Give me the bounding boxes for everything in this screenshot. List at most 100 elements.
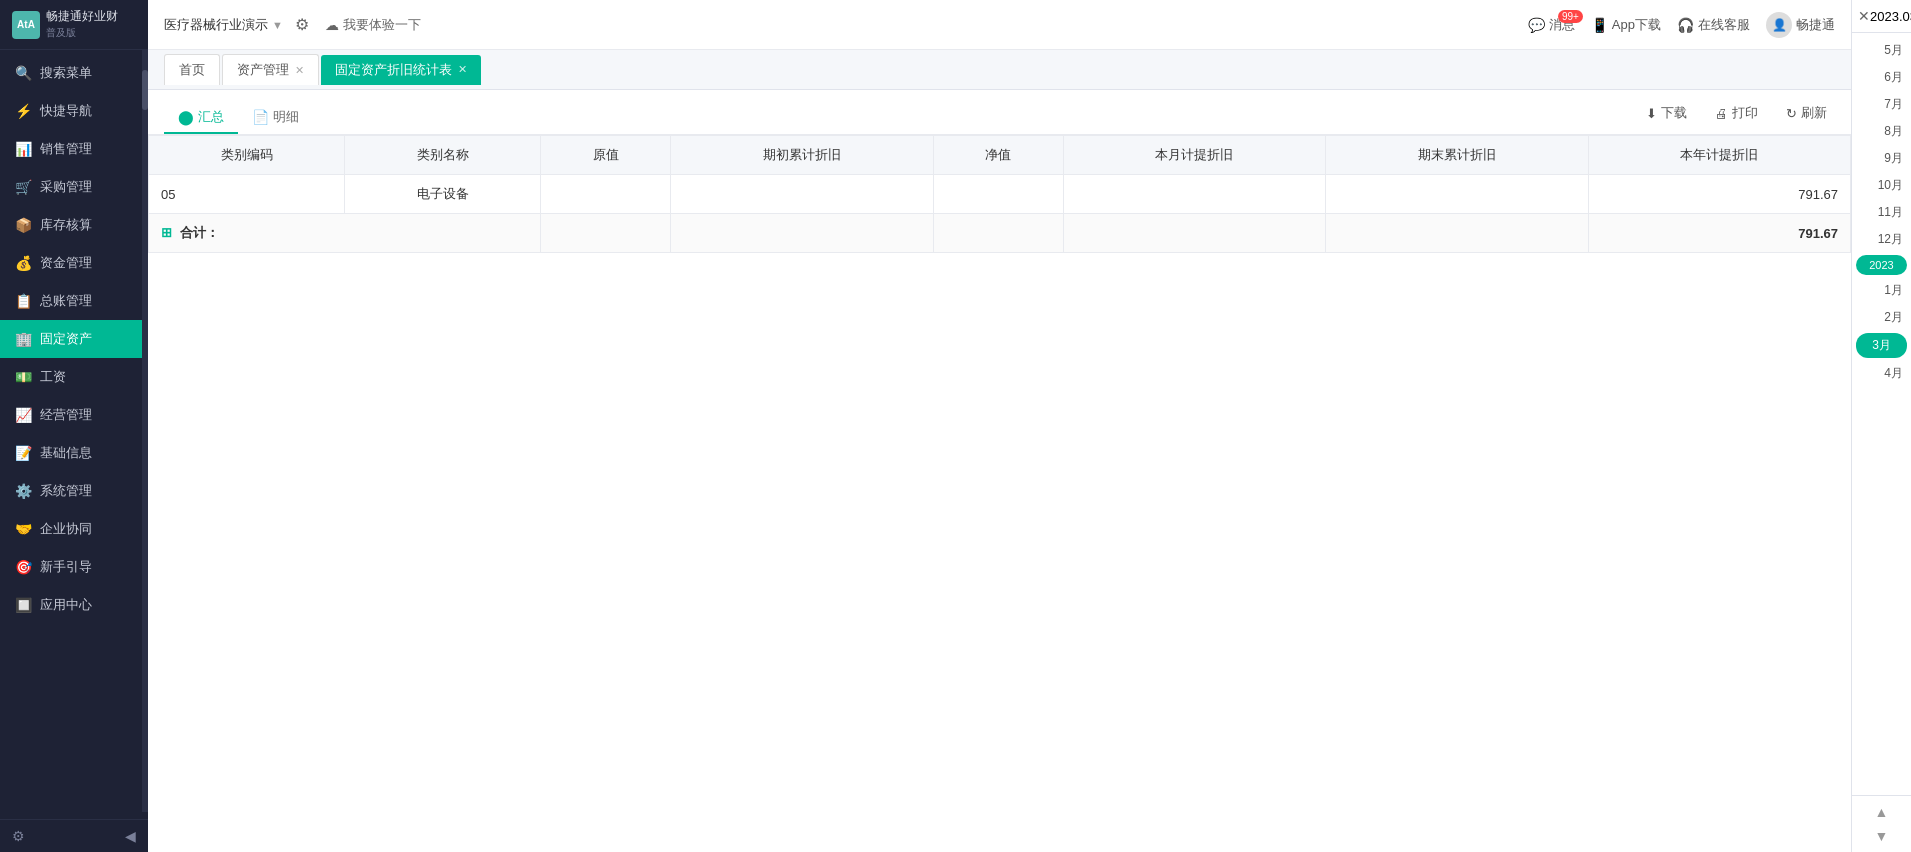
month-10[interactable]: 10月 bbox=[1852, 172, 1911, 199]
refresh-label: 刷新 bbox=[1801, 104, 1827, 122]
cell-monthly-dep bbox=[1063, 175, 1325, 214]
year-marker-2023[interactable]: 2023 bbox=[1856, 255, 1907, 275]
month-9[interactable]: 9月 bbox=[1852, 145, 1911, 172]
refresh-button[interactable]: ↻ 刷新 bbox=[1778, 100, 1835, 126]
total-label: ⊞ 合计： bbox=[149, 214, 541, 253]
tab-home[interactable]: 首页 bbox=[164, 54, 220, 85]
month-12[interactable]: 12月 bbox=[1852, 226, 1911, 253]
online-service-action[interactable]: 🎧 在线客服 bbox=[1677, 16, 1750, 34]
sidebar-item-fixed-assets[interactable]: 🏢 固定资产 bbox=[0, 320, 148, 358]
month-6[interactable]: 6月 bbox=[1852, 64, 1911, 91]
nav-icon-operations: 📈 bbox=[14, 406, 32, 424]
sidebar-item-inventory[interactable]: 📦 库存核算 bbox=[0, 206, 148, 244]
page-content: ⬤ 汇总 📄 明细 ⬇ 下载 🖨 打印 ↻ bbox=[148, 90, 1851, 852]
sidebar-item-sales[interactable]: 📊 销售管理 bbox=[0, 130, 148, 168]
sidebar-item-basic-info[interactable]: 📝 基础信息 bbox=[0, 434, 148, 472]
sidebar-item-ledger[interactable]: 📋 总账管理 bbox=[0, 282, 148, 320]
refresh-icon: ↻ bbox=[1786, 106, 1797, 121]
date-panel: ✕ 2023.03 ⤢ 5月 6月 7月 8月 9月 10月 11月 12月 2… bbox=[1851, 0, 1911, 852]
date-panel-title: 2023.03 bbox=[1870, 9, 1911, 24]
subtab-detail[interactable]: 📄 明细 bbox=[238, 102, 313, 134]
subtab-detail-label: 明细 bbox=[273, 108, 299, 126]
month-8[interactable]: 8月 bbox=[1852, 118, 1911, 145]
date-nav-up[interactable]: ▲ bbox=[1871, 800, 1893, 824]
nav-icon-basic-info: 📝 bbox=[14, 444, 32, 462]
sidebar-item-enterprise[interactable]: 🤝 企业协同 bbox=[0, 510, 148, 548]
nav-label-guide: 新手引导 bbox=[40, 558, 92, 576]
tab-depreciation-close[interactable]: ✕ bbox=[458, 63, 467, 76]
nav-label-operations: 经营管理 bbox=[40, 406, 92, 424]
online-service-label: 在线客服 bbox=[1698, 16, 1750, 34]
nav-label-payroll: 工资 bbox=[40, 368, 66, 386]
collapse-icon[interactable]: ◀ bbox=[125, 828, 136, 844]
sidebar-item-system[interactable]: ⚙️ 系统管理 bbox=[0, 472, 148, 510]
nav-icon-payroll: 💵 bbox=[14, 368, 32, 386]
tabbar: 首页 资产管理 ✕ 固定资产折旧统计表 ✕ bbox=[148, 50, 1851, 90]
topbar-settings-icon[interactable]: ⚙ bbox=[295, 15, 309, 34]
sidebar-item-search[interactable]: 🔍 搜索菜单 bbox=[0, 54, 148, 92]
date-panel-close[interactable]: ✕ bbox=[1858, 8, 1870, 24]
month-3-selected[interactable]: 3月 bbox=[1856, 333, 1907, 358]
nav-label-system: 系统管理 bbox=[40, 482, 92, 500]
tab-asset-mgmt[interactable]: 资产管理 ✕ bbox=[222, 54, 319, 85]
sidebar-item-quick-nav[interactable]: ⚡ 快捷导航 bbox=[0, 92, 148, 130]
download-button[interactable]: ⬇ 下载 bbox=[1638, 100, 1695, 126]
settings-icon[interactable]: ⚙ bbox=[12, 828, 25, 844]
total-period-dep bbox=[1326, 214, 1588, 253]
date-panel-header: ✕ 2023.03 ⤢ bbox=[1852, 0, 1911, 33]
nav-label-fixed-assets: 固定资产 bbox=[40, 330, 92, 348]
download-label: 下载 bbox=[1661, 104, 1687, 122]
topbar-right: 💬 消息 99+ 📱 App下载 🎧 在线客服 👤 畅捷通 bbox=[1528, 12, 1835, 38]
nav-icon-ledger: 📋 bbox=[14, 292, 32, 310]
sidebar-nav: 🔍 搜索菜单 ⚡ 快捷导航 📊 销售管理 🛒 采购管理 📦 库存核算 💰 资金管… bbox=[0, 50, 148, 819]
sidebar-item-funds[interactable]: 💰 资金管理 bbox=[0, 244, 148, 282]
sidebar-bottom: ⚙ ◀ bbox=[0, 819, 148, 852]
tab-asset-mgmt-label: 资产管理 bbox=[237, 61, 289, 79]
cell-name: 电子设备 bbox=[345, 175, 541, 214]
table-row: 05 电子设备 791.67 bbox=[149, 175, 1851, 214]
app-download-action[interactable]: 📱 App下载 bbox=[1591, 16, 1661, 34]
sidebar-item-purchase[interactable]: 🛒 采购管理 bbox=[0, 168, 148, 206]
logo-icon: AtA bbox=[12, 11, 40, 39]
date-nav-down[interactable]: ▼ bbox=[1871, 824, 1893, 848]
print-label: 打印 bbox=[1732, 104, 1758, 122]
print-button[interactable]: 🖨 打印 bbox=[1707, 100, 1766, 126]
experience-button[interactable]: ☁ 我要体验一下 bbox=[325, 16, 421, 34]
app-version: 普及版 bbox=[46, 26, 118, 40]
month-1[interactable]: 1月 bbox=[1852, 277, 1911, 304]
cell-code: 05 bbox=[149, 175, 345, 214]
message-action[interactable]: 💬 消息 99+ bbox=[1528, 16, 1575, 34]
sub-tabs-left: ⬤ 汇总 📄 明细 bbox=[164, 102, 313, 133]
month-11[interactable]: 11月 bbox=[1852, 199, 1911, 226]
nav-icon-apps: 🔲 bbox=[14, 596, 32, 614]
col-period-dep: 期末累计折旧 bbox=[1326, 136, 1588, 175]
month-7[interactable]: 7月 bbox=[1852, 91, 1911, 118]
summary-icon: ⬤ bbox=[178, 109, 194, 125]
month-5[interactable]: 5月 bbox=[1852, 37, 1911, 64]
cell-initial-dep bbox=[671, 175, 933, 214]
cell-net bbox=[933, 175, 1063, 214]
message-badge: 99+ bbox=[1558, 10, 1583, 23]
cloud-icon: ☁ bbox=[325, 17, 339, 33]
app-download-label: App下载 bbox=[1612, 16, 1661, 34]
table-header-row: 类别编码 类别名称 原值 期初累计折旧 净值 本月计提折旧 期末累计折旧 本年计… bbox=[149, 136, 1851, 175]
month-2[interactable]: 2月 bbox=[1852, 304, 1911, 331]
total-initial-dep bbox=[671, 214, 933, 253]
sidebar-item-guide[interactable]: 🎯 新手引导 bbox=[0, 548, 148, 586]
user-section[interactable]: 👤 畅捷通 bbox=[1766, 12, 1835, 38]
main-content: 医疗器械行业演示 ▼ ⚙ ☁ 我要体验一下 💬 消息 99+ 📱 App下载 🎧… bbox=[148, 0, 1851, 852]
sidebar-item-apps[interactable]: 🔲 应用中心 bbox=[0, 586, 148, 624]
subtab-summary[interactable]: ⬤ 汇总 bbox=[164, 102, 238, 134]
phone-icon: 📱 bbox=[1591, 17, 1608, 33]
month-4[interactable]: 4月 bbox=[1852, 360, 1911, 387]
tab-depreciation[interactable]: 固定资产折旧统计表 ✕ bbox=[321, 55, 481, 85]
tab-asset-mgmt-close[interactable]: ✕ bbox=[295, 64, 304, 77]
nav-icon-purchase: 🛒 bbox=[14, 178, 32, 196]
nav-label-enterprise: 企业协同 bbox=[40, 520, 92, 538]
sidebar-item-operations[interactable]: 📈 经营管理 bbox=[0, 396, 148, 434]
col-initial-dep: 期初累计折旧 bbox=[671, 136, 933, 175]
company-selector[interactable]: 医疗器械行业演示 ▼ bbox=[164, 16, 283, 34]
nav-icon-fixed-assets: 🏢 bbox=[14, 330, 32, 348]
nav-label-apps: 应用中心 bbox=[40, 596, 92, 614]
sidebar-item-payroll[interactable]: 💵 工资 bbox=[0, 358, 148, 396]
